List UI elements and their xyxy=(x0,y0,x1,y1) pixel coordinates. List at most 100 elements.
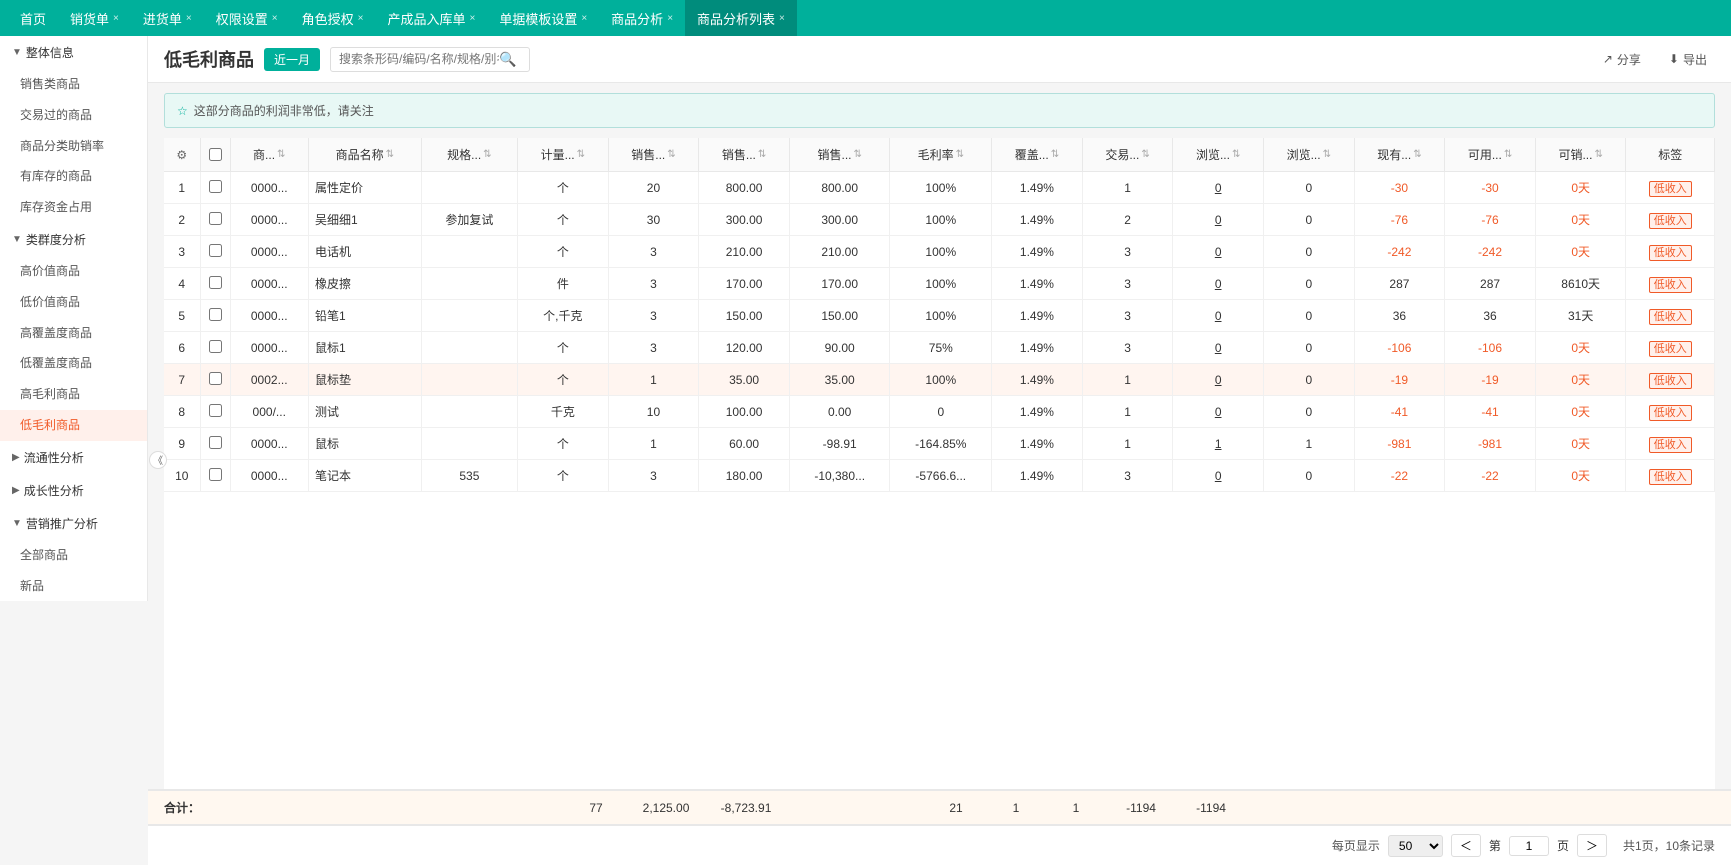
sort-icon[interactable]: ⇅ xyxy=(1504,149,1512,160)
browse1-link[interactable]: 0 xyxy=(1215,405,1222,419)
row-sale-amount: -98.91 xyxy=(789,428,890,460)
browse1-link[interactable]: 0 xyxy=(1215,213,1222,227)
row-current-stock: -19 xyxy=(1354,364,1445,396)
browse1-link[interactable]: 0 xyxy=(1215,309,1222,323)
nav-product-inbound[interactable]: 产成品入库单 × xyxy=(375,0,487,36)
browse1-link[interactable]: 0 xyxy=(1215,469,1222,483)
tag-badge: 低收入 xyxy=(1649,213,1692,229)
row-select-checkbox[interactable] xyxy=(209,276,222,289)
sort-icon[interactable]: ⇅ xyxy=(483,149,491,160)
nav-close-icon[interactable]: × xyxy=(358,13,364,24)
sidebar-group-cluster[interactable]: ▼ 类群度分析 xyxy=(0,223,147,256)
row-select-checkbox[interactable] xyxy=(209,308,222,321)
nav-close-icon[interactable]: × xyxy=(469,13,475,24)
sidebar-item-traded-products[interactable]: 交易过的商品 xyxy=(0,100,147,131)
nav-home[interactable]: 首页 xyxy=(8,0,58,36)
nav-close-icon[interactable]: × xyxy=(113,13,119,24)
column-settings-icon[interactable]: ⚙ xyxy=(176,148,187,162)
sidebar-item-new-products[interactable]: 新品 xyxy=(0,571,147,602)
sidebar-item-category-rate[interactable]: 商品分类助销率 xyxy=(0,131,147,162)
filter-recent-month-button[interactable]: 近一月 xyxy=(264,48,320,71)
nav-product-analysis-list[interactable]: 商品分析列表 × xyxy=(685,0,797,36)
nav-close-icon[interactable]: × xyxy=(272,13,278,24)
export-button[interactable]: ⬇ 导出 xyxy=(1661,47,1715,72)
sort-icon[interactable]: ⇅ xyxy=(667,149,675,160)
row-spec xyxy=(421,396,517,428)
share-button[interactable]: ↗ 分享 xyxy=(1595,47,1649,72)
nav-role-auth[interactable]: 角色授权 × xyxy=(290,0,376,36)
row-name: 鼠标1 xyxy=(308,332,421,364)
arrow-icon: ▼ xyxy=(12,47,22,58)
browse1-link[interactable]: 0 xyxy=(1215,245,1222,259)
sort-icon[interactable]: ⇅ xyxy=(854,149,862,160)
sidebar-item-high-value[interactable]: 高价值商品 xyxy=(0,256,147,287)
nav-close-icon[interactable]: × xyxy=(186,13,192,24)
sidebar-item-low-coverage[interactable]: 低覆盖度商品 xyxy=(0,348,147,379)
row-select-checkbox[interactable] xyxy=(209,180,222,193)
row-sale-qty: 3 xyxy=(608,332,699,364)
row-select-checkbox[interactable] xyxy=(209,436,222,449)
row-browse2: 1 xyxy=(1263,428,1354,460)
nav-sales-order[interactable]: 销货单 × xyxy=(58,0,131,36)
sidebar-group-marketing[interactable]: ▼ 营销推广分析 xyxy=(0,507,147,540)
sidebar-item-sales-products[interactable]: 销售类商品 xyxy=(0,69,147,100)
select-all-checkbox[interactable] xyxy=(209,148,222,161)
nav-close-icon[interactable]: × xyxy=(581,13,587,24)
th-code: 商...⇅ xyxy=(230,138,308,172)
sidebar-item-high-margin[interactable]: 高毛利商品 xyxy=(0,379,147,410)
nav-template-settings[interactable]: 单据模板设置 × xyxy=(487,0,599,36)
sort-icon[interactable]: ⇅ xyxy=(1232,149,1240,160)
nav-permissions[interactable]: 权限设置 × xyxy=(204,0,290,36)
browse1-link[interactable]: 0 xyxy=(1215,181,1222,195)
sort-icon[interactable]: ⇅ xyxy=(1594,149,1602,160)
row-select-checkbox[interactable] xyxy=(209,212,222,225)
sidebar-group-growth[interactable]: ▶ 成长性分析 xyxy=(0,474,147,507)
sort-icon[interactable]: ⇅ xyxy=(1051,149,1059,160)
sort-icon[interactable]: ⇅ xyxy=(1413,149,1421,160)
sort-icon[interactable]: ⇅ xyxy=(1141,149,1149,160)
sort-icon[interactable]: ⇅ xyxy=(386,149,394,160)
nav-product-analysis[interactable]: 商品分析 × xyxy=(599,0,685,36)
browse1-link[interactable]: 0 xyxy=(1215,277,1222,291)
sidebar-item-low-margin[interactable]: 低毛利商品 xyxy=(0,410,147,441)
nav-close-icon[interactable]: × xyxy=(779,13,785,24)
per-page-select[interactable]: 50 20 100 xyxy=(1388,835,1443,857)
sort-icon[interactable]: ⇅ xyxy=(758,149,766,160)
row-browse2: 0 xyxy=(1263,460,1354,492)
row-current-stock: 287 xyxy=(1354,268,1445,300)
sort-icon[interactable]: ⇅ xyxy=(277,149,285,160)
sidebar-group-circulation[interactable]: ▶ 流通性分析 xyxy=(0,441,147,474)
browse1-link[interactable]: 0 xyxy=(1215,373,1222,387)
tag-badge: 低收入 xyxy=(1649,373,1692,389)
search-input[interactable] xyxy=(339,52,499,66)
sidebar-group-overall[interactable]: ▼ 整体信息 xyxy=(0,36,147,69)
page-number-input[interactable] xyxy=(1509,836,1549,856)
sort-icon[interactable]: ⇅ xyxy=(577,149,585,160)
row-select-checkbox[interactable] xyxy=(209,372,222,385)
nav-close-icon[interactable]: × xyxy=(667,13,673,24)
sidebar-item-all-products[interactable]: 全部商品 xyxy=(0,540,147,571)
row-select-checkbox[interactable] xyxy=(209,468,222,481)
sidebar-collapse-btn[interactable]: 《 xyxy=(149,451,167,469)
sidebar-item-with-stock[interactable]: 有库存的商品 xyxy=(0,161,147,192)
sidebar-item-stock-capital[interactable]: 库存资金占用 xyxy=(0,192,147,223)
footer-cells: 77 2,125.00 -8,723.91 21 1 1 -1194 -1194 xyxy=(220,801,1715,815)
tag-badge: 低收入 xyxy=(1649,181,1692,197)
sort-icon[interactable]: ⇅ xyxy=(956,149,964,160)
row-select-checkbox[interactable] xyxy=(209,404,222,417)
row-select-checkbox[interactable] xyxy=(209,340,222,353)
row-sale-qty: 3 xyxy=(608,236,699,268)
next-page-button[interactable]: ＞ xyxy=(1577,834,1607,857)
sidebar-item-high-coverage[interactable]: 高覆盖度商品 xyxy=(0,318,147,349)
th-spec: 规格...⇅ xyxy=(421,138,517,172)
sidebar-item-low-value[interactable]: 低价值商品 xyxy=(0,287,147,318)
browse1-link[interactable]: 0 xyxy=(1215,341,1222,355)
sort-icon[interactable]: ⇅ xyxy=(1323,149,1331,160)
prev-page-button[interactable]: ＜ xyxy=(1451,834,1481,857)
row-unit: 个 xyxy=(518,236,609,268)
search-icon[interactable]: 🔍 xyxy=(499,51,516,68)
tag-badge: 低收入 xyxy=(1649,309,1692,325)
nav-purchase-order[interactable]: 进货单 × xyxy=(131,0,204,36)
browse1-link[interactable]: 1 xyxy=(1215,437,1222,451)
row-select-checkbox[interactable] xyxy=(209,244,222,257)
